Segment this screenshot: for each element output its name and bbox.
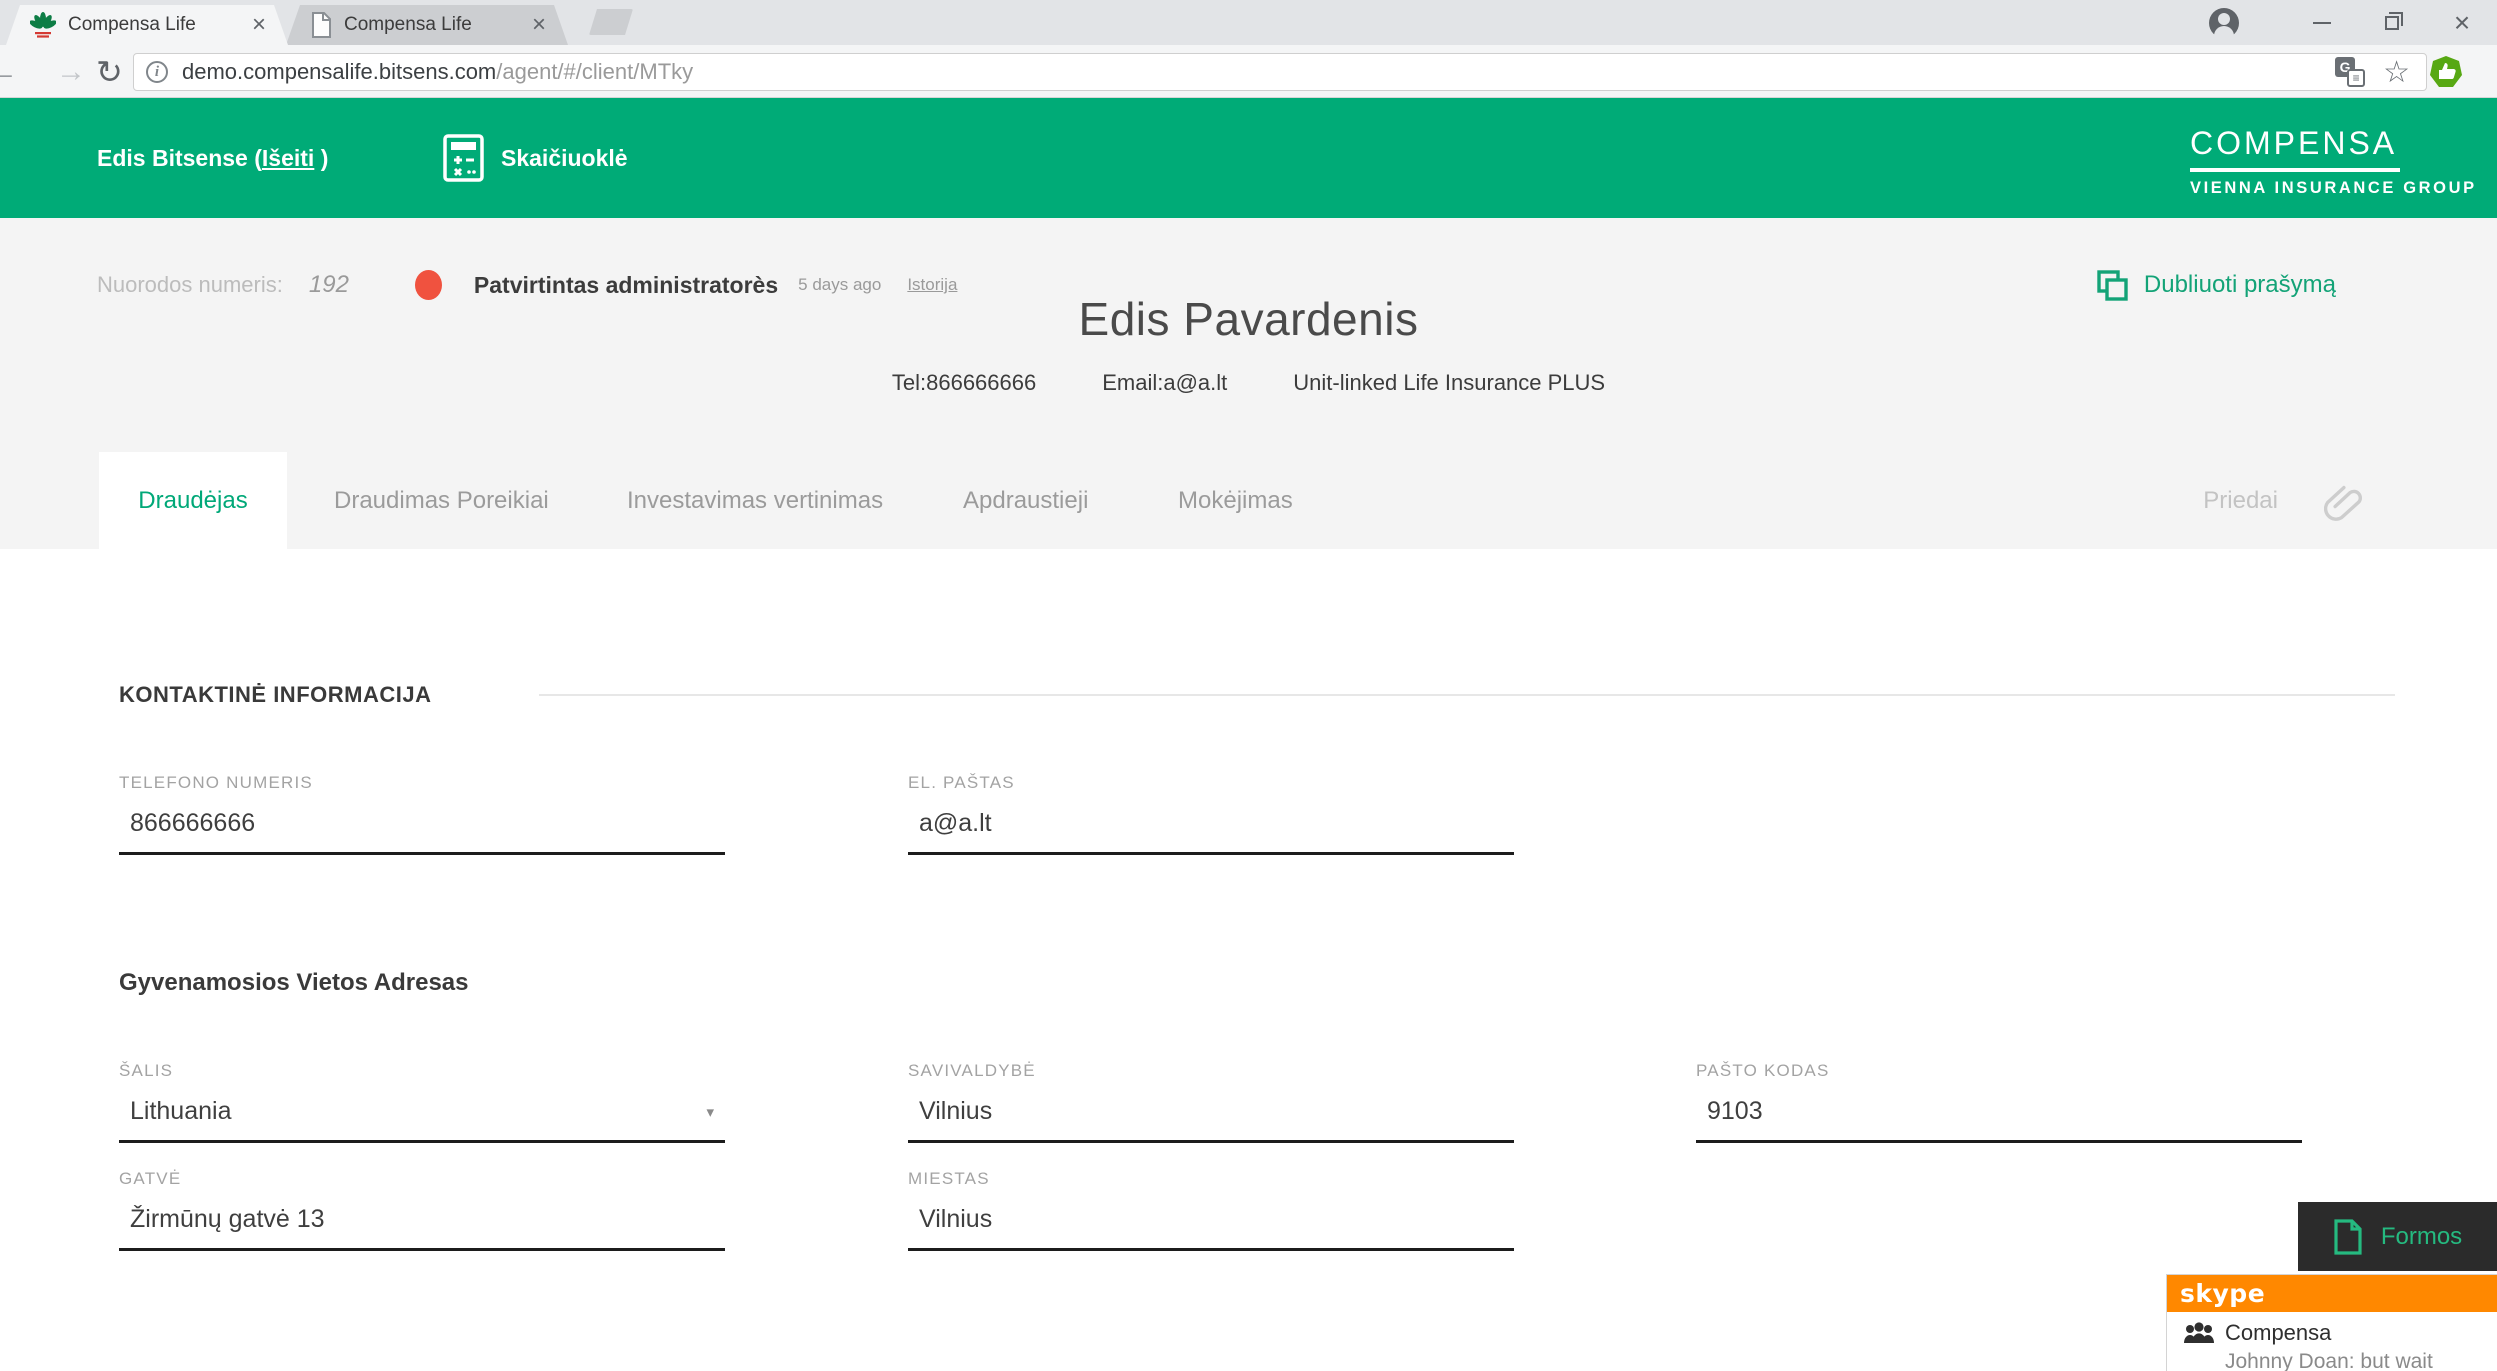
chevron-down-icon: ▾	[706, 1103, 714, 1121]
browser-tab-strip: Compensa Life × Compensa Life × ×	[0, 0, 2497, 45]
field-gatve: GATVĖ Žirmūnų gatvė 13	[119, 1169, 725, 1251]
tab-investavimas-vertinimas[interactable]: Investavimas vertinimas	[627, 452, 883, 549]
country-select[interactable]: Lithuania ▾	[119, 1097, 725, 1143]
agent-name: Edis Bitsense	[97, 144, 248, 171]
browser-toolbar: ← → ↻ i demo.compensalife.bitsens.com/ag…	[0, 45, 2497, 98]
browser-profile-avatar-icon[interactable]	[2209, 7, 2239, 38]
address-bar[interactable]: i demo.compensalife.bitsens.com/agent/#/…	[133, 53, 2427, 91]
calculator-label: Skaičiuoklė	[501, 144, 628, 171]
postal-code-input[interactable]: 9103	[1696, 1097, 2302, 1143]
tab-title: Compensa Life	[68, 14, 196, 35]
section-title-contact-info: KONTAKTINĖ INFORMACIJA	[119, 682, 432, 707]
calculator-menu-item[interactable]: Skaičiuoklė	[443, 98, 628, 218]
section-divider	[539, 694, 2395, 696]
formos-button[interactable]: Formos	[2298, 1202, 2497, 1271]
skype-body: Compensa Johnny Doan: but wait	[2167, 1312, 2497, 1371]
url-host: demo.compensalife.bitsens.com	[182, 59, 497, 84]
translate-icon[interactable]: G ≡	[2335, 57, 2366, 87]
bookmark-star-icon[interactable]: ☆	[2383, 55, 2410, 90]
field-miestas: MIESTAS Vilnius	[908, 1169, 1514, 1251]
brand-subtitle: VIENNA INSURANCE GROUP	[2190, 179, 2477, 197]
restore-button[interactable]	[2357, 0, 2427, 45]
client-name: Edis Pavardenis	[1078, 293, 1419, 345]
skype-logo: skype	[2180, 1279, 2266, 1308]
paperclip-icon	[2324, 485, 2362, 521]
compensa-favicon-icon	[30, 12, 56, 38]
city-input[interactable]: Vilnius	[908, 1205, 1514, 1251]
municipality-input[interactable]: Vilnius	[908, 1097, 1514, 1143]
browser-tab-active[interactable]: Compensa Life ×	[6, 5, 288, 45]
document-icon	[2334, 1218, 2362, 1255]
client-summary-band: Nuorodos numeris: 192 Patvirtintas admin…	[0, 218, 2497, 549]
field-pasto-kodas: PAŠTO KODAS 9103	[1696, 1061, 2302, 1143]
field-telefono-numeris: TELEFONO NUMERIS 866666666	[119, 773, 725, 855]
app-header: Edis Bitsense (Išeiti ) Skaičiuoklė COMP…	[0, 98, 2497, 218]
formos-label: Formos	[2380, 1222, 2463, 1250]
close-button[interactable]: ×	[2427, 0, 2497, 45]
field-label: EL. PAŠTAS	[908, 773, 1015, 792]
client-contact-row: Tel:866666666 Email:a@a.lt Unit-linked L…	[0, 370, 2497, 396]
section-title-address: Gyvenamosios Vietos Adresas	[119, 969, 469, 996]
info-icon[interactable]: i	[146, 61, 168, 83]
back-icon[interactable]: ←	[0, 45, 18, 98]
street-input[interactable]: Žirmūnų gatvė 13	[119, 1205, 725, 1251]
tab-priedai[interactable]: Priedai	[2203, 452, 2368, 549]
tab-draudimas-poreikiai[interactable]: Draudimas Poreikiai	[334, 452, 549, 549]
new-tab-button[interactable]	[589, 9, 633, 35]
tab-apdraustieji[interactable]: Apdraustieji	[963, 452, 1088, 549]
url-path: /agent/#/client/MTky	[496, 59, 694, 84]
skype-group-name: Compensa	[2225, 1320, 2332, 1345]
field-label: MIESTAS	[908, 1169, 990, 1188]
field-label: GATVĖ	[119, 1169, 182, 1188]
skype-message-preview: Johnny Doan: but wait	[2225, 1350, 2433, 1371]
browser-tab-inactive[interactable]: Compensa Life ×	[286, 5, 568, 45]
brand-name: COMPENSA	[2190, 125, 2398, 161]
page-icon	[310, 12, 332, 38]
field-el-pastas: EL. PAŠTAS a@a.lt	[908, 773, 1514, 855]
client-product: Unit-linked Life Insurance PLUS	[1293, 370, 1606, 395]
tab-mokejimas[interactable]: Mokėjimas	[1178, 452, 1293, 549]
forward-icon[interactable]: →	[56, 45, 86, 98]
priedai-label: Priedai	[2203, 486, 2278, 514]
field-savivaldybe: SAVIVALDYBĖ Vilnius	[908, 1061, 1514, 1143]
client-phone: Tel:866666666	[891, 370, 1037, 395]
close-icon[interactable]: ×	[250, 13, 268, 37]
close-icon[interactable]: ×	[530, 13, 548, 37]
skype-notification[interactable]: skype Compensa Johnny Doan: but wait	[2166, 1274, 2497, 1371]
tab-title: Compensa Life	[344, 14, 472, 35]
field-salis: ŠALIS Lithuania ▾	[119, 1061, 725, 1143]
phone-input[interactable]: 866666666	[119, 809, 725, 855]
minimize-button[interactable]	[2287, 0, 2357, 45]
field-label: ŠALIS	[119, 1061, 174, 1080]
tab-draudejas[interactable]: Draudėjas	[99, 452, 287, 549]
agent-account: Edis Bitsense (Išeiti )	[97, 144, 329, 172]
field-label: PAŠTO KODAS	[1696, 1061, 1830, 1080]
email-input[interactable]: a@a.lt	[908, 809, 1514, 855]
calculator-icon	[443, 134, 484, 182]
compensa-logo: COMPENSA VIENNA INSURANCE GROUP	[2190, 120, 2477, 198]
reload-icon[interactable]: ↻	[96, 45, 123, 98]
page-tabs: Draudėjas Draudimas Poreikiai Investavim…	[0, 452, 2497, 549]
window-controls: ×	[2209, 0, 2497, 45]
form-content: KONTAKTINĖ INFORMACIJA TELEFONO NUMERIS …	[0, 549, 2497, 1371]
field-label: SAVIVALDYBĖ	[908, 1061, 1036, 1080]
field-label: TELEFONO NUMERIS	[119, 773, 313, 792]
logout-link[interactable]: Išeiti	[262, 145, 314, 172]
group-icon	[2184, 1322, 2214, 1343]
skype-header: skype	[2167, 1275, 2497, 1312]
client-email: Email:a@a.lt	[1102, 370, 1228, 395]
extension-thumb-icon[interactable]	[2429, 55, 2463, 89]
